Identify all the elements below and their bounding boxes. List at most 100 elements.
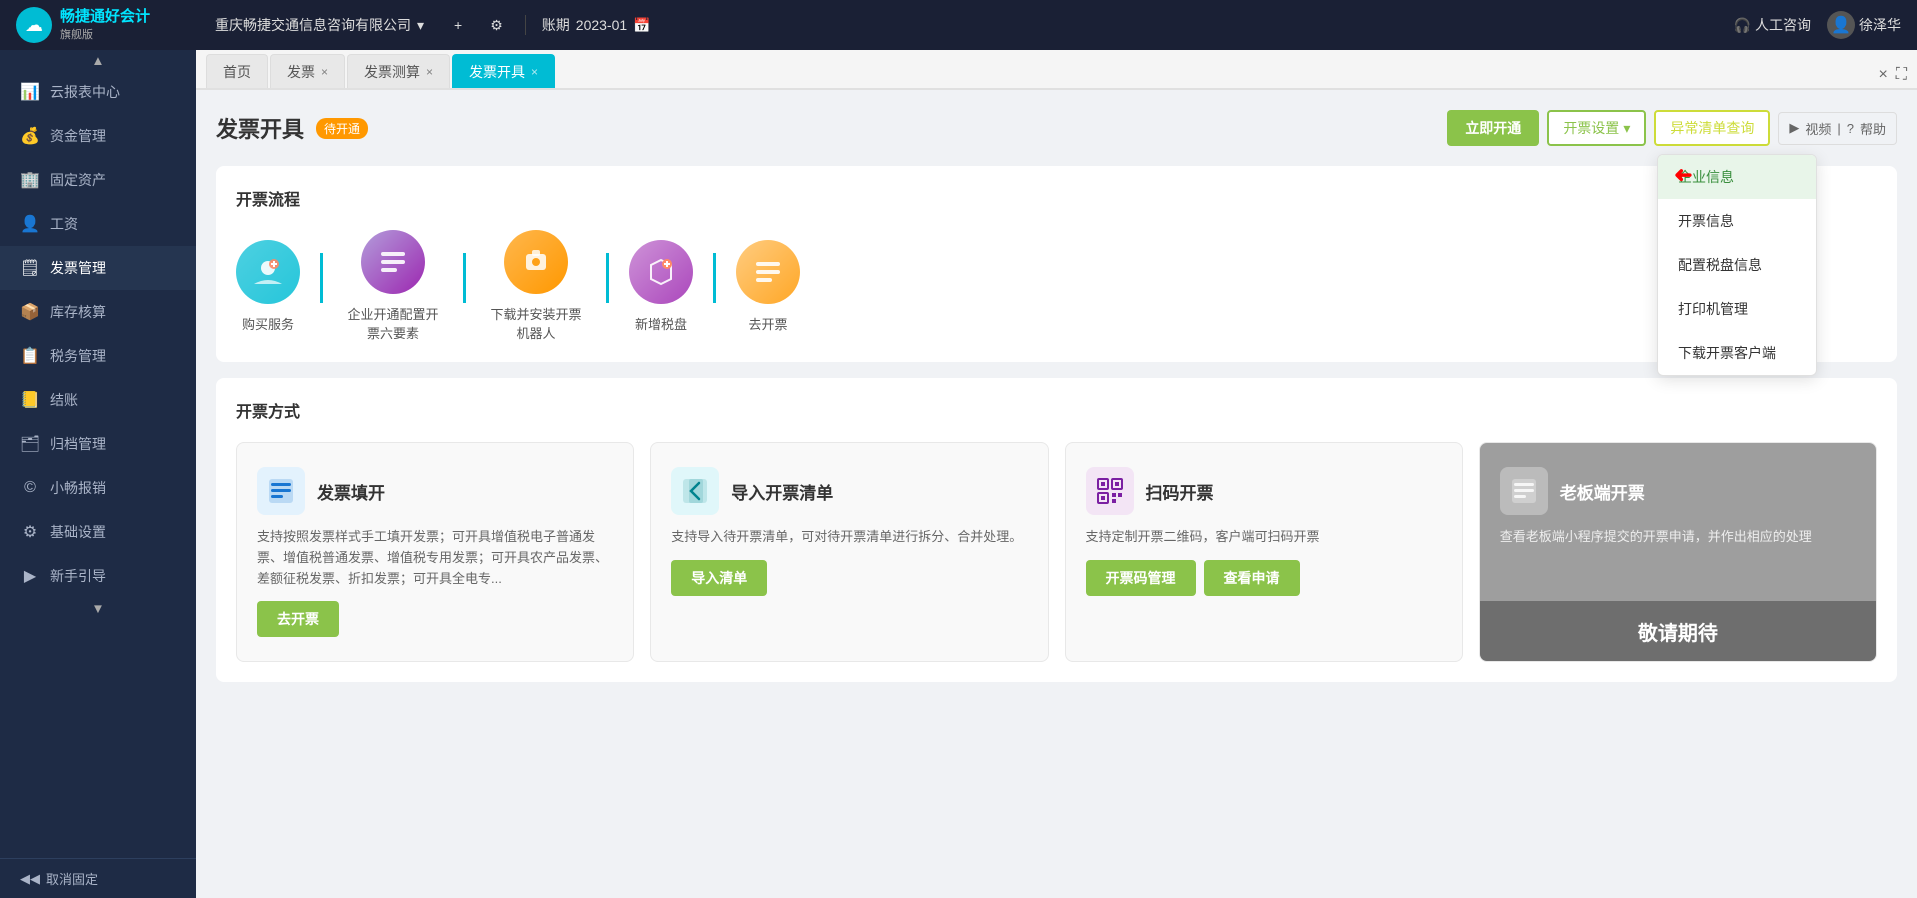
logo-icon: ☁ bbox=[16, 7, 52, 43]
sidebar: ▲ 📊 云报表中心 💰 资金管理 🏢 固定资产 👤 工资 🗒 发票管理 bbox=[0, 50, 196, 898]
scan-title: 扫码开票 bbox=[1146, 479, 1214, 504]
chevron-down-icon: ▾ bbox=[417, 17, 424, 34]
dropdown-item-printer[interactable]: 打印机管理 bbox=[1658, 287, 1816, 331]
divider bbox=[525, 15, 526, 35]
sidebar-item-label: 归档管理 bbox=[50, 434, 106, 454]
flow-title: 开票流程 bbox=[236, 186, 1877, 210]
dropdown-item-tax-disk[interactable]: 配置税盘信息 bbox=[1658, 243, 1816, 287]
highlight-arrow: ➜ bbox=[1674, 162, 1692, 188]
header-actions: 立即开通 开票设置 ▾ 异常清单查询 ▶ 视频 | ? 帮助 bbox=[1447, 110, 1897, 146]
fill-desc: 支持按照发票样式手工填开发票；可开具增值税电子普通发票、增值税普通发票、增值税专… bbox=[257, 527, 613, 589]
flow-divider-4 bbox=[713, 253, 716, 303]
sidebar-item-label: 工资 bbox=[50, 214, 78, 234]
video-button[interactable]: ▶ 视频 | ? 帮助 bbox=[1778, 112, 1897, 145]
scan-manage-button[interactable]: 开票码管理 bbox=[1086, 560, 1196, 596]
flow-step-1: 购买服务 bbox=[236, 240, 300, 333]
boss-title: 老板端开票 bbox=[1560, 479, 1645, 504]
sidebar-scroll-up[interactable]: ▲ bbox=[0, 50, 196, 70]
tab-maximize-button[interactable]: ⛶ bbox=[1896, 66, 1907, 84]
flow-step-2: 企业开通配置开票六要素 bbox=[343, 230, 443, 342]
zijin-icon: 💰 bbox=[20, 126, 40, 146]
sidebar-item-xinshou[interactable]: ▶ 新手引导 bbox=[0, 554, 196, 598]
sidebar-item-label: 基础设置 bbox=[50, 522, 106, 542]
flow-step-5: 去开票 bbox=[736, 240, 800, 333]
page-title: 发票开具 bbox=[216, 112, 304, 144]
sidebar-item-jiezhang[interactable]: 📒 结账 bbox=[0, 378, 196, 422]
tab-fapiao[interactable]: 发票 × bbox=[270, 54, 345, 88]
jiezhang-icon: 📒 bbox=[20, 390, 40, 410]
page-header: 发票开具 待开通 立即开通 开票设置 ▾ 异常清单查询 ▶ 视频 | bbox=[216, 110, 1897, 146]
tab-fapiao-cesuan[interactable]: 发票测算 × bbox=[347, 54, 450, 88]
tab-close-fapiao-kaiju[interactable]: × bbox=[531, 65, 538, 79]
scan-icon bbox=[1086, 467, 1134, 515]
tab-bar-right: × ⛶ bbox=[1878, 66, 1907, 88]
scan-apply-button[interactable]: 查看申请 bbox=[1204, 560, 1300, 596]
flow-step-1-label: 购买服务 bbox=[242, 314, 294, 333]
gongzi-icon: 👤 bbox=[20, 214, 40, 234]
sidebar-item-gongzi[interactable]: 👤 工资 bbox=[0, 202, 196, 246]
flow-step-4: 新增税盘 bbox=[629, 240, 693, 333]
import-title: 导入开票清单 bbox=[731, 479, 833, 504]
sidebar-scroll-down[interactable]: ▼ bbox=[0, 598, 196, 618]
payment-title: 开票方式 bbox=[236, 398, 1877, 422]
kucun-icon: 📦 bbox=[20, 302, 40, 322]
yunbao-icon: 📊 bbox=[20, 82, 40, 102]
flow-step-5-label: 去开票 bbox=[748, 314, 787, 333]
settings-button[interactable]: 开票设置 ▾ bbox=[1547, 110, 1646, 146]
import-invoice-button[interactable]: 导入清单 bbox=[671, 560, 767, 596]
calendar-icon[interactable]: 📅 bbox=[633, 17, 650, 34]
sidebar-item-yunbao[interactable]: 📊 云报表中心 bbox=[0, 70, 196, 114]
dropdown-item-invoice-info[interactable]: 开票信息 bbox=[1658, 199, 1816, 243]
activate-button[interactable]: 立即开通 bbox=[1447, 110, 1539, 146]
sidebar-item-kucun[interactable]: 📦 库存核算 bbox=[0, 290, 196, 334]
payment-card-scan: 扫码开票 支持定制开票二维码，客户端可扫码开票 开票码管理 查看申请 bbox=[1065, 442, 1463, 662]
fill-invoice-button[interactable]: 去开票 bbox=[257, 601, 339, 637]
tab-close-all-button[interactable]: × bbox=[1878, 66, 1887, 84]
flow-step-1-icon bbox=[236, 240, 300, 304]
sidebar-item-xiaochang[interactable]: © 小畅报销 bbox=[0, 466, 196, 510]
tab-bar: 首页 发票 × 发票测算 × 发票开具 × × ⛶ bbox=[196, 50, 1917, 90]
overlay-text: 敬请期待 bbox=[1638, 617, 1718, 646]
sidebar-item-fapiao[interactable]: 🗒 发票管理 bbox=[0, 246, 196, 290]
sidebar-item-zijin[interactable]: 💰 资金管理 bbox=[0, 114, 196, 158]
sidebar-item-guding[interactable]: 🏢 固定资产 bbox=[0, 158, 196, 202]
tab-home[interactable]: 首页 bbox=[206, 54, 268, 88]
user-profile[interactable]: 👤 徐泽华 bbox=[1827, 11, 1901, 39]
company-name: 重庆畅捷交通信息咨询有限公司 bbox=[215, 15, 411, 35]
sidebar-cancel-button[interactable]: ◀◀ 取消固定 bbox=[0, 859, 196, 898]
top-bar-right: 🎧 人工咨询 👤 徐泽华 bbox=[1734, 11, 1901, 39]
company-selector[interactable]: 重庆畅捷交通信息咨询有限公司 ▾ bbox=[207, 11, 432, 39]
sidebar-item-guidang[interactable]: 🗂 归档管理 bbox=[0, 422, 196, 466]
import-desc: 支持导入待开票清单，可对待开票清单进行拆分、合并处理。 bbox=[671, 527, 1027, 548]
sidebar-item-jichushe[interactable]: ⚙ 基础设置 bbox=[0, 510, 196, 554]
sidebar-item-shuiwu[interactable]: 📋 税务管理 bbox=[0, 334, 196, 378]
sidebar-item-label: 固定资产 bbox=[50, 170, 106, 190]
flow-step-3-label: 下载并安装开票机器人 bbox=[486, 304, 586, 342]
fill-title: 发票填开 bbox=[317, 479, 385, 504]
status-badge: 待开通 bbox=[316, 118, 368, 139]
exception-button[interactable]: 异常清单查询 bbox=[1654, 110, 1770, 146]
guding-icon: 🏢 bbox=[20, 170, 40, 190]
add-button[interactable]: + bbox=[448, 13, 468, 37]
tab-close-fapiao-cesuan[interactable]: × bbox=[426, 65, 433, 79]
top-bar: ☁ 畅捷通好会计 旗舰版 重庆畅捷交通信息咨询有限公司 ▾ + ⚙ 账期 202… bbox=[0, 0, 1917, 50]
dropdown-item-download-client[interactable]: 下载开票客户端 bbox=[1658, 331, 1816, 375]
logo-area: ☁ 畅捷通好会计 旗舰版 bbox=[16, 7, 191, 43]
flow-divider-3 bbox=[606, 253, 609, 303]
page-content: 发票开具 待开通 立即开通 开票设置 ▾ 异常清单查询 ▶ 视频 | bbox=[196, 90, 1917, 898]
tab-close-fapiao[interactable]: × bbox=[321, 65, 328, 79]
flow-step-4-icon bbox=[629, 240, 693, 304]
fapiao-icon: 🗒 bbox=[20, 258, 40, 278]
logo-sub: 旗舰版 bbox=[60, 26, 150, 42]
payment-card-fill: 发票填开 支持按照发票样式手工填开发票；可开具增值税电子普通发票、增值税普通发票… bbox=[236, 442, 634, 662]
flow-step-2-label: 企业开通配置开票六要素 bbox=[343, 304, 443, 342]
tab-fapiao-kaiju[interactable]: 发票开具 × bbox=[452, 54, 555, 88]
xinshou-icon: ▶ bbox=[20, 566, 40, 586]
shuiwu-icon: 📋 bbox=[20, 346, 40, 366]
flow-step-2-icon bbox=[361, 230, 425, 294]
sidebar-item-label: 发票管理 bbox=[50, 258, 106, 278]
headset-icon: 🎧 bbox=[1734, 17, 1751, 34]
settings-button[interactable]: ⚙ bbox=[484, 13, 509, 38]
period-info: 账期 2023-01 📅 bbox=[542, 15, 651, 35]
support-button[interactable]: 🎧 人工咨询 bbox=[1734, 15, 1811, 35]
